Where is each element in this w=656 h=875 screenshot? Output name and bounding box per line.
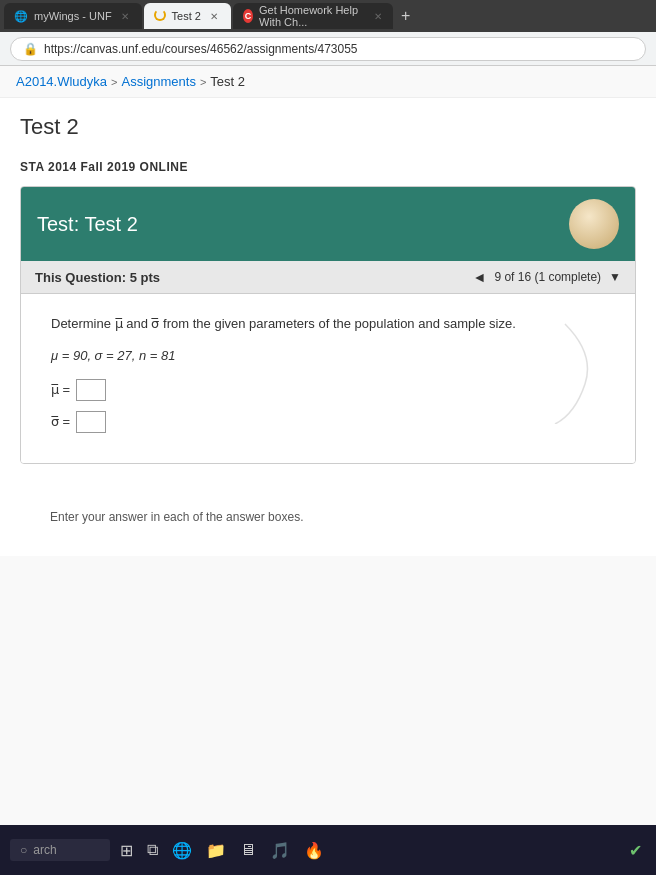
breadcrumb-sep1: > <box>111 76 117 88</box>
answer2-input[interactable] <box>76 411 106 433</box>
address-bar: 🔒 https://canvas.unf.edu/courses/46562/a… <box>0 32 656 66</box>
taskbar-folder-icon[interactable]: 📁 <box>202 839 230 862</box>
add-tab-button[interactable]: + <box>395 7 416 25</box>
taskbar-store-icon[interactable]: 🖥 <box>236 839 260 861</box>
browser-chrome: 🌐 myWings - UNF ✕ Test 2 ✕ C Get Homewor… <box>0 0 656 66</box>
lock-icon: 🔒 <box>23 42 38 56</box>
breadcrumb: A2014.Wludyka > Assignments > Test 2 <box>0 66 656 98</box>
page-title: Test 2 <box>20 114 636 140</box>
question-label: This Question: <box>35 270 126 285</box>
taskbar-task-view-icon[interactable]: ⧉ <box>143 839 162 861</box>
tab-test2[interactable]: Test 2 ✕ <box>144 3 231 29</box>
taskbar-search-text: arch <box>33 843 56 857</box>
tab-homework-label: Get Homework Help With Ch... <box>259 4 367 28</box>
tab-mywings-close[interactable]: ✕ <box>118 9 132 23</box>
course-label: STA 2014 Fall 2019 ONLINE <box>20 160 636 174</box>
nav-dropdown-arrow[interactable]: ▼ <box>609 270 621 284</box>
tab-homework-close[interactable]: ✕ <box>373 9 383 23</box>
taskbar-music-icon[interactable]: 🎵 <box>266 839 294 862</box>
decorative-curve <box>505 314 595 424</box>
taskbar-search[interactable]: ○ arch <box>10 839 110 861</box>
tab-homework-icon: C <box>243 9 253 23</box>
taskbar-check-icon[interactable]: ✔ <box>625 839 646 862</box>
address-input[interactable]: 🔒 https://canvas.unf.edu/courses/46562/a… <box>10 37 646 61</box>
breadcrumb-assignments[interactable]: Assignments <box>122 74 196 89</box>
test-card-header: Test: Test 2 <box>21 187 635 261</box>
nav-prev-arrow[interactable]: ◄ <box>473 269 487 285</box>
tab-homework[interactable]: C Get Homework Help With Ch... ✕ <box>233 3 393 29</box>
footer-note: Enter your answer in each of the answer … <box>20 480 636 540</box>
taskbar-windows-icon[interactable]: ⊞ <box>116 839 137 862</box>
answer1-input[interactable] <box>76 379 106 401</box>
test-card: Test: Test 2 This Question: 5 pts ◄ 9 of… <box>20 186 636 464</box>
url-text: https://canvas.unf.edu/courses/46562/ass… <box>44 42 358 56</box>
test-card-title: Test: Test 2 <box>37 213 138 236</box>
tab-mywings[interactable]: 🌐 myWings - UNF ✕ <box>4 3 142 29</box>
answer2-label: σ̅ = <box>51 414 70 429</box>
breadcrumb-sep2: > <box>200 76 206 88</box>
breadcrumb-course[interactable]: A2014.Wludyka <box>16 74 107 89</box>
tab-mywings-label: myWings - UNF <box>34 10 112 22</box>
progress-text: 9 of 16 (1 complete) <box>494 270 601 284</box>
question-body: Determine μ̅ and σ̅ from the given param… <box>21 294 635 463</box>
taskbar-right: ✔ <box>625 839 646 862</box>
breadcrumb-page: Test 2 <box>210 74 245 89</box>
tab-bar: 🌐 myWings - UNF ✕ Test 2 ✕ C Get Homewor… <box>0 0 656 32</box>
taskbar-edge-icon[interactable]: 🌐 <box>168 839 196 862</box>
tab-test2-label: Test 2 <box>172 10 201 22</box>
tab-mywings-icon: 🌐 <box>14 10 28 23</box>
answer1-label: μ̅ = <box>51 382 70 397</box>
question-pts: 5 pts <box>130 270 160 285</box>
header-avatar <box>569 199 619 249</box>
question-info: This Question: 5 pts <box>35 270 160 285</box>
taskbar-firefox-icon[interactable]: 🔥 <box>300 839 328 862</box>
tab-test2-close[interactable]: ✕ <box>207 9 221 23</box>
main-content: Test 2 STA 2014 Fall 2019 ONLINE Test: T… <box>0 98 656 556</box>
tab-test2-loading-icon <box>154 9 166 23</box>
page-content: A2014.Wludyka > Assignments > Test 2 Tes… <box>0 66 656 825</box>
question-bar: This Question: 5 pts ◄ 9 of 16 (1 comple… <box>21 261 635 294</box>
taskbar: ○ arch ⊞ ⧉ 🌐 📁 🖥 🎵 🔥 ✔ <box>0 825 656 875</box>
search-icon: ○ <box>20 843 27 857</box>
question-nav: ◄ 9 of 16 (1 complete) ▼ <box>473 269 621 285</box>
